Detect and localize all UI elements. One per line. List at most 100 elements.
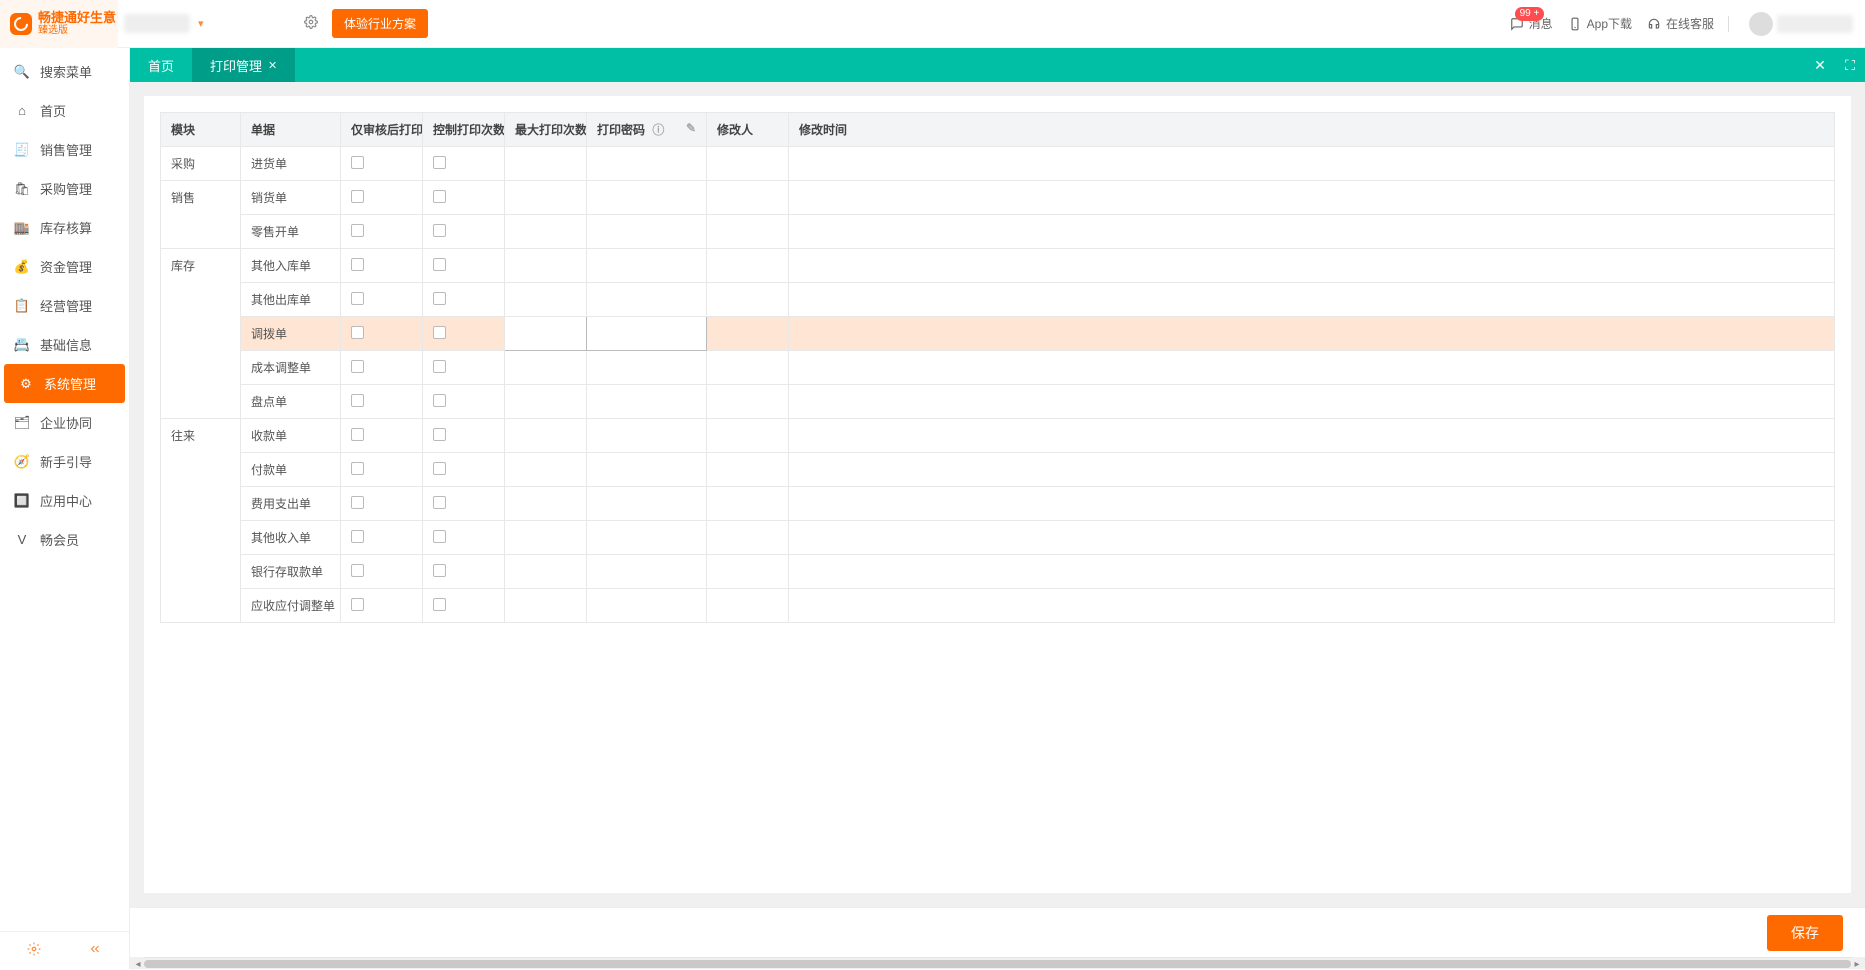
org-name-blurred: ······ (124, 14, 190, 33)
only-after-audit-checkbox[interactable] (351, 598, 364, 611)
table-row[interactable]: 其他出库单 (161, 283, 1835, 317)
sidebar-item-system[interactable]: ⚙系统管理 (4, 364, 125, 403)
table-row[interactable]: 付款单 (161, 453, 1835, 487)
sidebar-item-collab[interactable]: 🗂企业协同 (0, 403, 129, 442)
only-after-audit-checkbox[interactable] (351, 190, 364, 203)
only-after-audit-checkbox[interactable] (351, 530, 364, 543)
table-row[interactable]: 银行存取款单 (161, 555, 1835, 589)
cell-modify-time (789, 215, 1835, 249)
sidebar-item-purchase[interactable]: 🛍采购管理 (0, 169, 129, 208)
only-after-audit-checkbox[interactable] (351, 156, 364, 169)
close-all-icon[interactable]: ✕ (1805, 48, 1835, 82)
only-after-audit-checkbox[interactable] (351, 496, 364, 509)
settings-icon[interactable] (27, 942, 41, 959)
sidebar-item-apps[interactable]: 🔲应用中心 (0, 481, 129, 520)
only-after-audit-checkbox[interactable] (351, 292, 364, 305)
control-count-checkbox[interactable] (433, 462, 446, 475)
horizontal-scrollbar[interactable]: ◂ ▸ (144, 957, 1851, 969)
cell-modify-time (789, 283, 1835, 317)
only-after-audit-checkbox[interactable] (351, 428, 364, 441)
sidebar-item-label: 新手引导 (40, 452, 92, 471)
table-row[interactable]: 零售开单 (161, 215, 1835, 249)
control-count-checkbox[interactable] (433, 564, 446, 577)
cell-only-after-audit (341, 181, 423, 215)
only-after-audit-checkbox[interactable] (351, 564, 364, 577)
sidebar-item-sales[interactable]: 🧾销售管理 (0, 130, 129, 169)
tab-print[interactable]: 打印管理✕ (192, 48, 295, 82)
cell-modify-time (789, 385, 1835, 419)
control-count-checkbox[interactable] (433, 156, 446, 169)
sidebar-item-search-menu[interactable]: 🔍搜索菜单 (0, 52, 129, 91)
sidebar-item-label: 企业协同 (40, 413, 92, 432)
only-after-audit-checkbox[interactable] (351, 462, 364, 475)
only-after-audit-checkbox[interactable] (351, 394, 364, 407)
only-after-audit-checkbox[interactable] (351, 360, 364, 373)
control-count-checkbox[interactable] (433, 598, 446, 611)
close-icon[interactable]: ✕ (268, 59, 277, 72)
sidebar-item-vip[interactable]: V畅会员 (0, 520, 129, 559)
cell-modifier (707, 453, 789, 487)
control-count-checkbox[interactable] (433, 428, 446, 441)
app-download-link[interactable]: App下载 (1567, 15, 1632, 32)
sidebar-item-business[interactable]: 📋经营管理 (0, 286, 129, 325)
col-max-count: 最大打印次数 (505, 113, 587, 147)
sidebar-item-home[interactable]: ⌂首页 (0, 91, 129, 130)
gear-icon[interactable] (304, 15, 318, 32)
online-support-link[interactable]: 在线客服 (1646, 15, 1714, 32)
table-row[interactable]: 成本调整单 (161, 351, 1835, 385)
table-row[interactable]: 费用支出单 (161, 487, 1835, 521)
help-icon[interactable]: ⓘ (652, 123, 664, 137)
cell-modify-time (789, 351, 1835, 385)
save-button[interactable]: 保存 (1767, 915, 1843, 951)
table-row[interactable]: 库存其他入库单 (161, 249, 1835, 283)
control-count-checkbox[interactable] (433, 258, 446, 271)
edit-icon[interactable]: ✎ (686, 121, 696, 135)
only-after-audit-checkbox[interactable] (351, 224, 364, 237)
scroll-thumb[interactable] (144, 960, 1851, 968)
sidebar-item-basic[interactable]: 📇基础信息 (0, 325, 129, 364)
control-count-checkbox[interactable] (433, 224, 446, 237)
org-selector[interactable]: ······ ▾ (124, 14, 294, 33)
table-row[interactable]: 应收应付调整单 (161, 589, 1835, 623)
fullscreen-icon[interactable]: ⛶ (1835, 48, 1865, 82)
messages-link[interactable]: 99 + 消息 (1509, 15, 1553, 32)
cell-modifier (707, 589, 789, 623)
message-badge: 99 + (1515, 7, 1545, 21)
table-row[interactable]: 采购进货单 (161, 147, 1835, 181)
table-row[interactable]: 调拨单 (161, 317, 1835, 351)
sidebar-item-label: 采购管理 (40, 179, 92, 198)
cell-modify-time (789, 453, 1835, 487)
user-menu[interactable]: ······· (1743, 12, 1853, 36)
table-row[interactable]: 盘点单 (161, 385, 1835, 419)
control-count-checkbox[interactable] (433, 530, 446, 543)
sidebar-item-funds[interactable]: 💰资金管理 (0, 247, 129, 286)
cell-password (587, 147, 707, 181)
tab-home[interactable]: 首页 (130, 48, 192, 82)
guide-icon: 🧭 (14, 454, 30, 470)
only-after-audit-checkbox[interactable] (351, 258, 364, 271)
cell-password[interactable] (587, 317, 707, 351)
scroll-right-icon[interactable]: ▸ (1851, 958, 1863, 970)
scroll-left-icon[interactable]: ◂ (132, 958, 144, 970)
control-count-checkbox[interactable] (433, 190, 446, 203)
control-count-checkbox[interactable] (433, 292, 446, 305)
sidebar-item-guide[interactable]: 🧭 新手引导 (0, 442, 129, 481)
control-count-checkbox[interactable] (433, 496, 446, 509)
cell-control-count (423, 147, 505, 181)
cell-max-count[interactable] (505, 317, 587, 351)
control-count-checkbox[interactable] (433, 394, 446, 407)
control-count-checkbox[interactable] (433, 326, 446, 339)
cell-control-count (423, 487, 505, 521)
only-after-audit-checkbox[interactable] (351, 326, 364, 339)
try-industry-button[interactable]: 体验行业方案 (332, 9, 428, 38)
cell-control-count (423, 521, 505, 555)
sidebar-item-inventory[interactable]: 🏬库存核算 (0, 208, 129, 247)
table-row[interactable]: 其他收入单 (161, 521, 1835, 555)
table-row[interactable]: 往来收款单 (161, 419, 1835, 453)
control-count-checkbox[interactable] (433, 360, 446, 373)
collapse-icon[interactable] (88, 942, 102, 959)
inventory-icon: 🏬 (14, 220, 30, 236)
cell-password (587, 487, 707, 521)
table-row[interactable]: 销售销货单 (161, 181, 1835, 215)
col-control-count: 控制打印次数 (423, 113, 505, 147)
